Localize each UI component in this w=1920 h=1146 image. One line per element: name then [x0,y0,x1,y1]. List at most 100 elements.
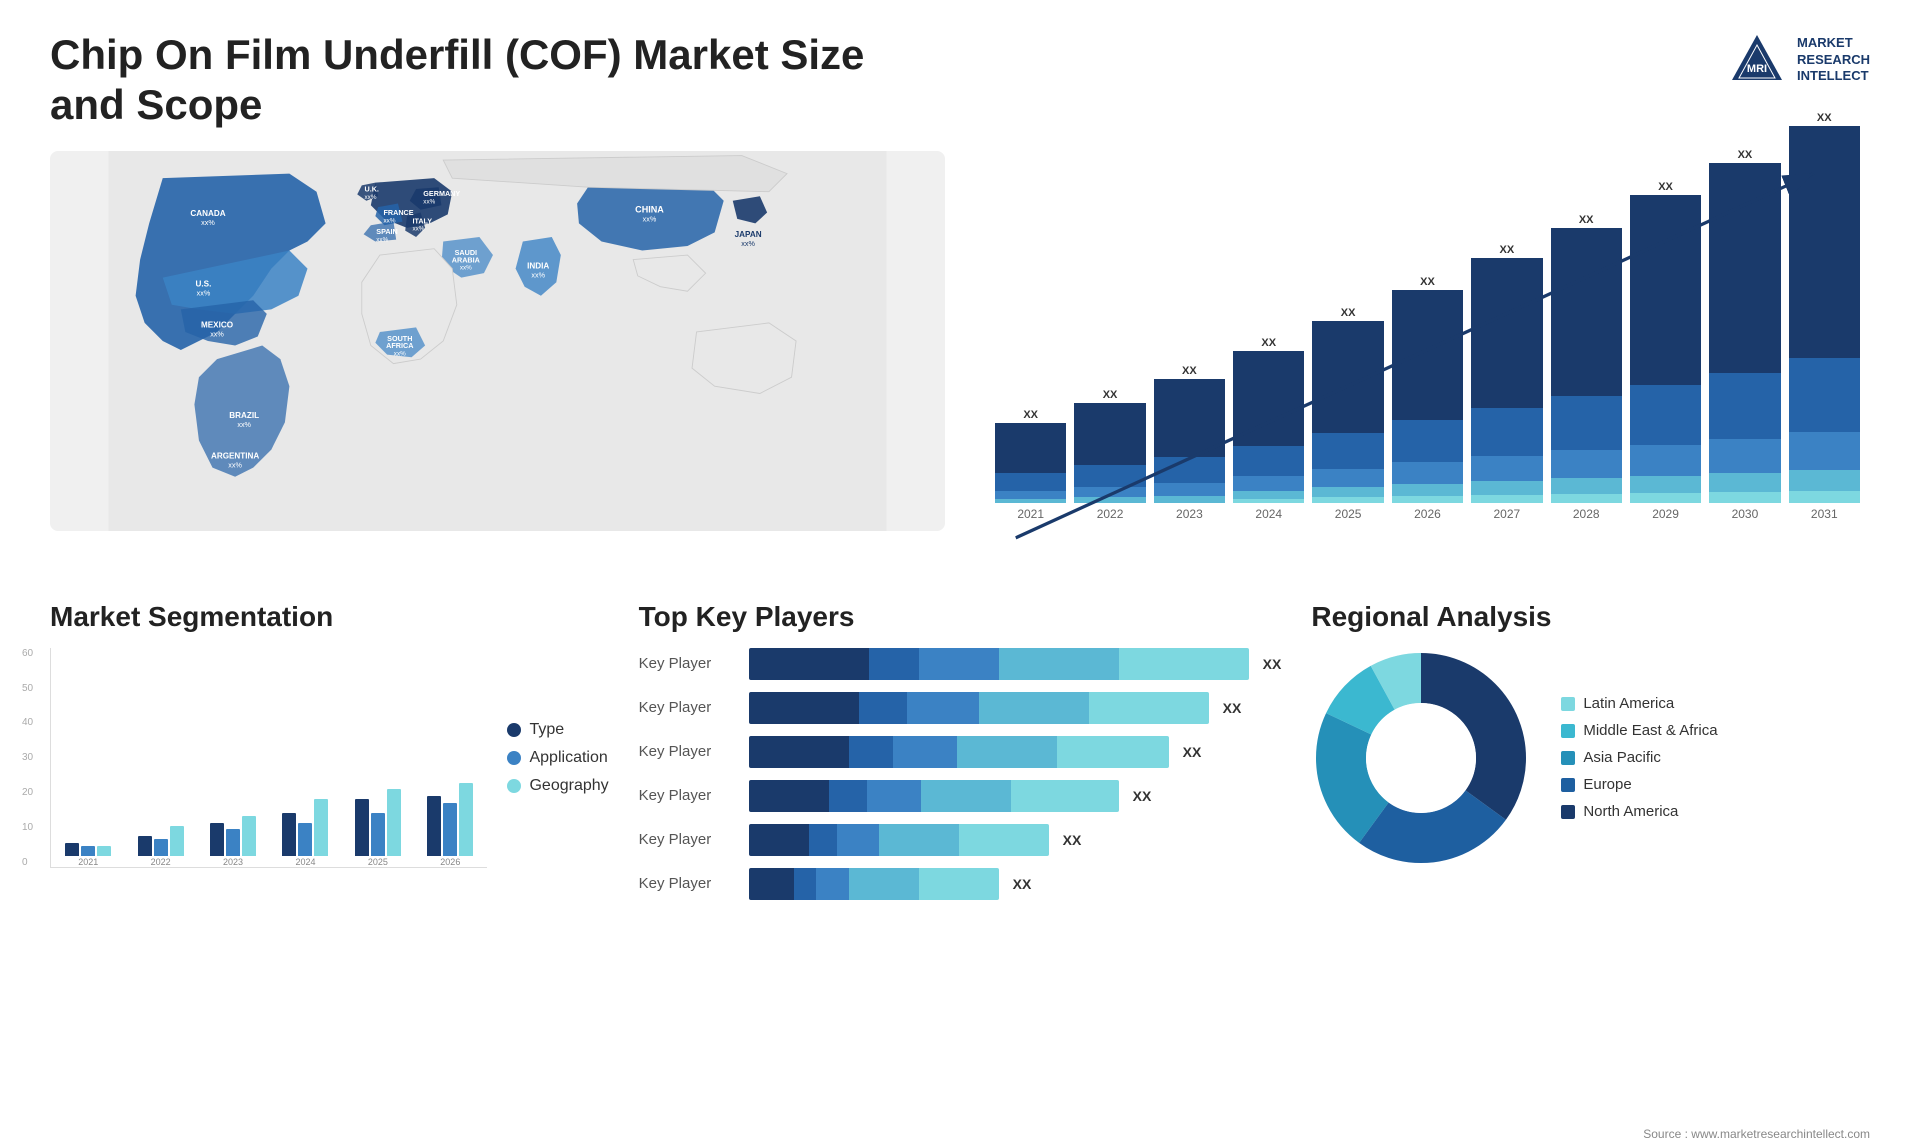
player-row-3: Key Player XX [639,736,1282,768]
player-label-1: Key Player [639,655,739,672]
player-bar-4 [749,780,1119,812]
seg-bar-2025: 2025 [346,789,410,867]
svg-text:GERMANY: GERMANY [423,189,460,198]
bar-2030: XX 2030 [1709,149,1780,521]
logo-text: MARKET RESEARCH INTELLECT [1797,35,1870,86]
bar-2027: XX 2027 [1471,244,1542,521]
seg-bar-2022: 2022 [128,826,192,867]
donut-chart [1311,648,1531,868]
seg-legend-type-label: Type [529,721,564,739]
seg-legend-geography: Geography [507,777,608,795]
player-xx-4: XX [1133,788,1152,804]
svg-text:ARABIA: ARABIA [452,255,481,264]
player-label-4: Key Player [639,787,739,804]
bar-2026: XX 2026 [1392,276,1463,521]
svg-text:xx%: xx% [741,239,755,248]
reg-legend-europe: Europe [1561,776,1717,793]
player-bar-1 [749,648,1249,680]
regional-section: Regional Analysis [1311,601,1870,868]
player-row-2: Key Player XX [639,692,1282,724]
header: Chip On Film Underfill (COF) Market Size… [50,30,1870,131]
bar-2029: XX 2029 [1630,181,1701,521]
regional-title: Regional Analysis [1311,601,1870,633]
player-bar-wrap-4: XX [749,780,1282,812]
svg-text:ARGENTINA: ARGENTINA [211,451,259,460]
reg-legend-latin-america: Latin America [1561,695,1717,712]
reg-legend-latin-america-label: Latin America [1583,695,1674,712]
player-row-5: Key Player XX [639,824,1282,856]
seg-legend-type: Type [507,721,608,739]
type-legend-dot [507,723,521,737]
reg-legend-asia-pacific-label: Asia Pacific [1583,749,1661,766]
svg-text:MRI: MRI [1747,63,1767,75]
europe-dot [1561,778,1575,792]
player-bar-wrap-2: XX [749,692,1282,724]
seg-chart-area: 0 10 20 30 40 50 60 [50,648,609,868]
svg-text:xx%: xx% [201,218,215,227]
regional-legend: Latin America Middle East & Africa Asia … [1561,695,1717,820]
map-section: CANADA xx% U.S. xx% MEXICO xx% BRAZIL xx… [50,151,945,581]
player-xx-5: XX [1063,832,1082,848]
bar-2021: XX 2021 [995,409,1066,521]
page-title: Chip On Film Underfill (COF) Market Size… [50,30,950,131]
svg-text:xx%: xx% [531,270,545,279]
player-xx-6: XX [1013,876,1032,892]
svg-text:xx%: xx% [394,350,406,357]
svg-text:xx%: xx% [228,460,242,469]
donut-container: Latin America Middle East & Africa Asia … [1311,648,1870,868]
bar-2023: XX 2023 [1154,365,1225,521]
svg-text:U.S.: U.S. [196,279,212,288]
player-xx-3: XX [1183,744,1202,760]
player-bar-5 [749,824,1049,856]
north-america-dot [1561,805,1575,819]
player-bar-6 [749,868,999,900]
player-label-3: Key Player [639,743,739,760]
bar-2031: XX 2031 [1789,112,1860,521]
player-bar-3 [749,736,1169,768]
source-text: Source : www.marketresearchintellect.com [1643,1127,1870,1141]
svg-text:MEXICO: MEXICO [201,320,233,329]
reg-legend-north-america-label: North America [1583,803,1678,820]
world-map: CANADA xx% U.S. xx% MEXICO xx% BRAZIL xx… [50,151,945,531]
svg-text:SPAIN: SPAIN [376,227,398,236]
svg-text:xx%: xx% [643,214,657,223]
player-row-4: Key Player XX [639,780,1282,812]
bar-2028: XX 2028 [1551,214,1622,521]
seg-legend-application-label: Application [529,749,607,767]
svg-text:U.K.: U.K. [364,184,378,193]
seg-bar-2021: 2021 [56,843,120,867]
geography-legend-dot [507,779,521,793]
svg-text:xx%: xx% [210,329,224,338]
player-xx-2: XX [1223,700,1242,716]
seg-bar-2024: 2024 [273,799,337,867]
svg-text:xx%: xx% [237,420,251,429]
svg-text:xx%: xx% [383,217,395,224]
seg-legend-application: Application [507,749,608,767]
player-bar-wrap-5: XX [749,824,1282,856]
svg-text:BRAZIL: BRAZIL [229,411,259,420]
seg-legend-geography-label: Geography [529,777,608,795]
players-title: Top Key Players [639,601,1282,633]
reg-legend-north-america: North America [1561,803,1717,820]
reg-legend-mea-label: Middle East & Africa [1583,722,1717,739]
application-legend-dot [507,751,521,765]
seg-y-axis: 0 10 20 30 40 50 60 [22,648,33,868]
reg-legend-europe-label: Europe [1583,776,1631,793]
player-bar-wrap-1: XX [749,648,1282,680]
players-list: Key Player XX [639,648,1282,900]
svg-text:xx%: xx% [423,198,435,205]
svg-text:xx%: xx% [412,225,424,232]
player-label-2: Key Player [639,699,739,716]
svg-text:xx%: xx% [197,289,211,298]
asia-pacific-dot [1561,751,1575,765]
svg-text:xx%: xx% [364,194,376,201]
segmentation-title: Market Segmentation [50,601,609,633]
svg-text:INDIA: INDIA [527,261,549,270]
page-container: Chip On Film Underfill (COF) Market Size… [0,0,1920,1146]
latin-america-dot [1561,697,1575,711]
player-label-5: Key Player [639,831,739,848]
player-bar-wrap-6: XX [749,868,1282,900]
player-label-6: Key Player [639,875,739,892]
player-xx-1: XX [1263,656,1282,672]
player-row-1: Key Player XX [639,648,1282,680]
